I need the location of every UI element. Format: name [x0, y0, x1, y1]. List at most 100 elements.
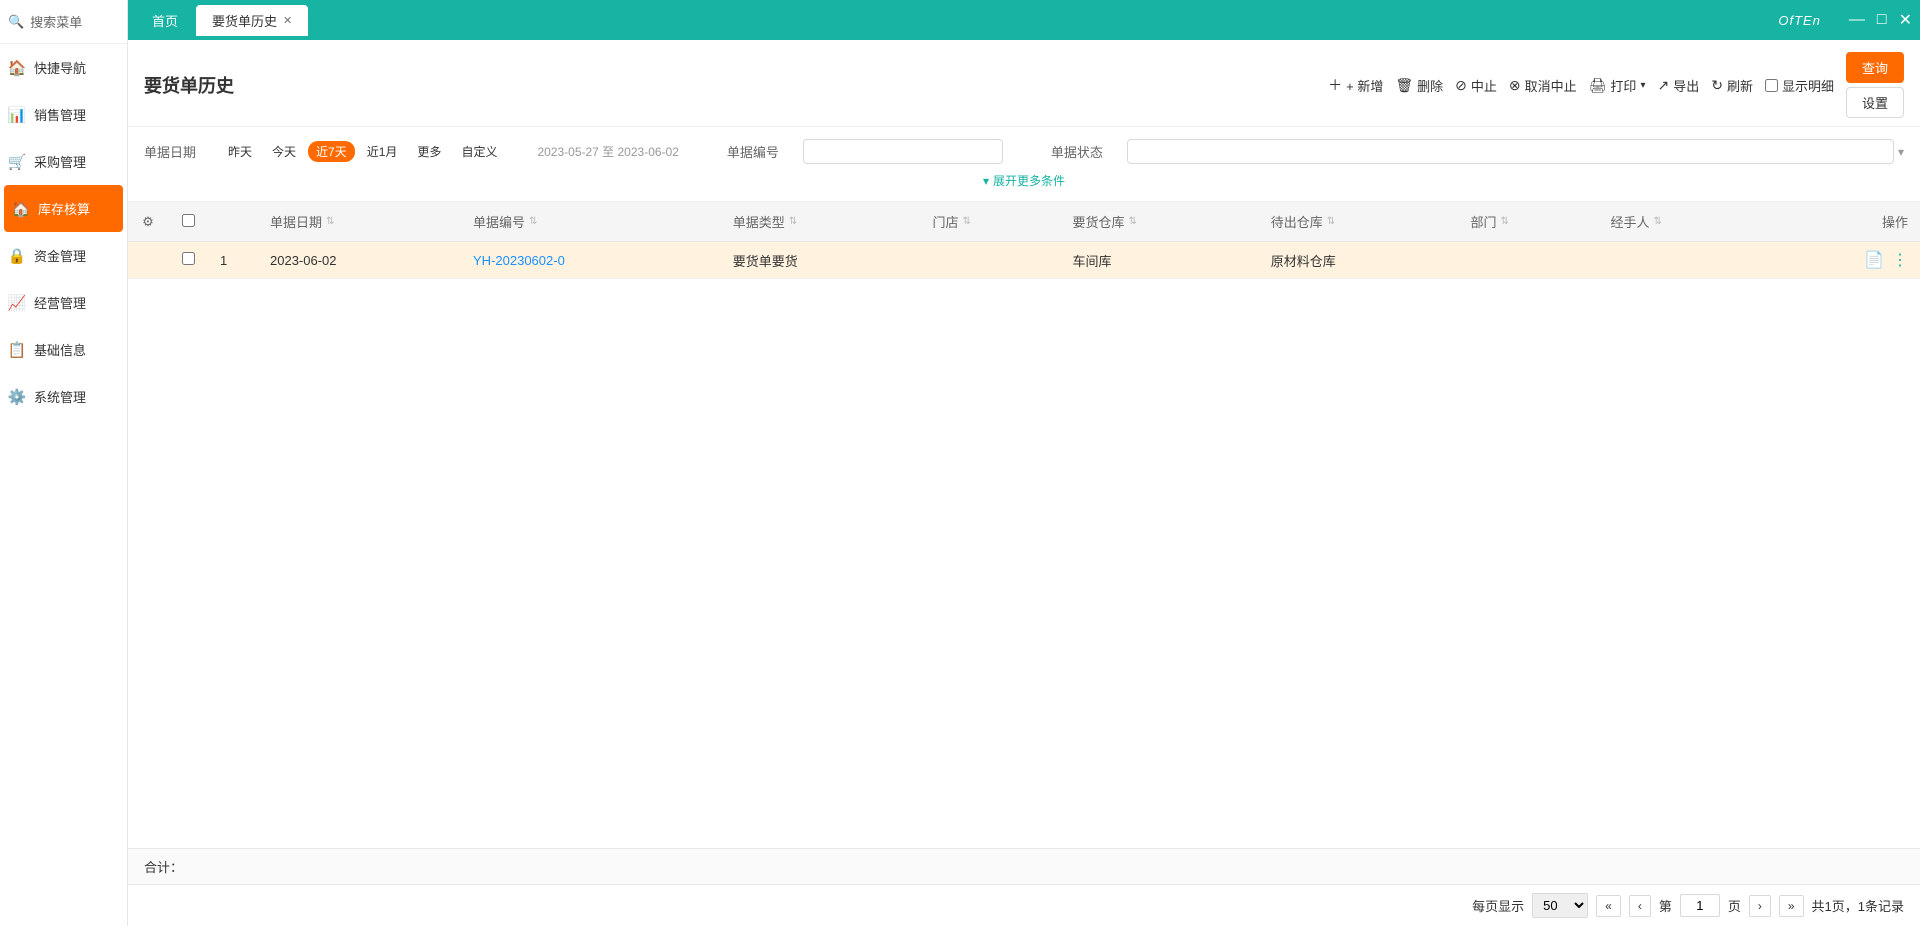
- sort-handler-icon[interactable]: ⇅: [1653, 216, 1661, 227]
- print-button[interactable]: 🖨 打印 ▾: [1589, 76, 1646, 95]
- delete-button[interactable]: 🗑 删除: [1395, 76, 1443, 95]
- date-btn-今天[interactable]: 今天: [264, 141, 304, 162]
- row-pending-warehouse-0: 原材料仓库: [1259, 242, 1459, 279]
- th-doc-date: 单据日期⇅: [258, 202, 461, 242]
- export-button[interactable]: ↗ 导出: [1657, 76, 1699, 95]
- doc-no-link-0[interactable]: YH-20230602-0: [473, 253, 565, 268]
- sidebar-item-sales[interactable]: 📊销售管理: [0, 91, 127, 138]
- tab-label-0: 首页: [152, 11, 178, 30]
- display-detail-checkbox[interactable]: [1765, 79, 1778, 92]
- query-settings-group: 查询 设置: [1846, 52, 1904, 118]
- sidebar-label-inventory: 库存核算: [38, 199, 90, 218]
- print-icon: 🖨: [1589, 77, 1607, 94]
- page-suffix: 页: [1728, 896, 1741, 915]
- sort-req-warehouse-icon[interactable]: ⇅: [1128, 216, 1136, 227]
- date-btn-更多[interactable]: 更多: [409, 141, 449, 162]
- tab-0[interactable]: 首页: [136, 5, 194, 36]
- sidebar-item-basic[interactable]: 📋 基础信息: [0, 326, 127, 373]
- sidebar-label-basic: 基础信息: [34, 340, 86, 359]
- sidebar-label-purchase: 采购管理: [34, 152, 86, 171]
- sort-pending-warehouse-icon[interactable]: ⇅: [1327, 216, 1335, 227]
- sidebar-label-sales: 销售管理: [34, 105, 86, 124]
- total-info: 共1页，1条记录: [1812, 896, 1904, 915]
- sidebar-item-quick-nav[interactable]: 🏠快捷导航: [0, 44, 127, 91]
- date-range-display: 2023-05-27 至 2023-06-02: [537, 143, 678, 160]
- tab-label-1: 要货单历史: [212, 11, 277, 30]
- window-maximize-icon[interactable]: □: [1877, 11, 1887, 29]
- stop-button[interactable]: ⊘ 中止: [1455, 76, 1497, 95]
- sidebar-item-inventory[interactable]: 🏠 库存核算: [4, 185, 123, 232]
- th-handler: 经手人⇅: [1598, 202, 1767, 242]
- row-req-warehouse-0: 车间库: [1060, 242, 1258, 279]
- current-page-input[interactable]: [1680, 894, 1720, 917]
- row-settings-0: [128, 242, 168, 279]
- sort-doc-no-icon[interactable]: ⇅: [529, 216, 537, 227]
- th-doc-type: 单据类型⇅: [721, 202, 921, 242]
- tab-bar: 首页要货单历史✕ OfTEn — □ ✕: [128, 0, 1920, 40]
- doc-no-label: 单据编号: [727, 142, 779, 161]
- window-minimize-icon[interactable]: —: [1849, 11, 1865, 29]
- sort-department-icon[interactable]: ⇅: [1500, 216, 1508, 227]
- row-more-icon-0[interactable]: ⋮: [1892, 250, 1908, 270]
- status-dropdown-icon[interactable]: ▾: [1898, 145, 1904, 159]
- date-filter-label: 单据日期: [144, 142, 196, 161]
- prev-page-button[interactable]: ‹: [1629, 895, 1651, 917]
- sort-store-icon[interactable]: ⇅: [962, 216, 970, 227]
- refresh-icon: ↻: [1711, 77, 1723, 94]
- status-input[interactable]: [1127, 139, 1894, 164]
- date-btn-近7天[interactable]: 近7天: [308, 141, 355, 162]
- date-btn-近1月[interactable]: 近1月: [359, 141, 406, 162]
- doc-no-input[interactable]: [803, 139, 1003, 164]
- row-edit-icon-0[interactable]: 📄: [1864, 250, 1884, 270]
- sidebar: 🔍 搜索菜单 🏠快捷导航📊销售管理🛒采购管理 🏠 库存核算 🔒资金管理📈经营管理 📋 基础…: [0, 0, 128, 926]
- first-page-button[interactable]: «: [1596, 895, 1621, 917]
- cancel-stop-button[interactable]: ⊗ 取消中止: [1509, 76, 1577, 95]
- last-page-button[interactable]: »: [1779, 895, 1804, 917]
- pagination-bar: 每页显示 102050100 « ‹ 第 页 › » 共1页，1条记录: [128, 884, 1920, 926]
- toolbar: ＋ + 新增 🗑 删除 ⊘ 中止 ⊗ 取消中止 🖨 打印: [1328, 52, 1904, 118]
- date-btn-自定义[interactable]: 自定义: [453, 141, 505, 162]
- row-doc-no-0[interactable]: YH-20230602-0: [461, 242, 721, 279]
- th-pending-warehouse: 待出仓库⇅: [1259, 202, 1459, 242]
- refresh-button[interactable]: ↻ 刷新: [1711, 76, 1753, 95]
- display-detail-toggle[interactable]: 显示明细: [1765, 76, 1834, 95]
- th-settings[interactable]: ⚙: [128, 202, 168, 242]
- expand-icon: ▾: [983, 174, 989, 188]
- row-check-0[interactable]: [168, 242, 208, 279]
- settings-button[interactable]: 设置: [1846, 87, 1904, 118]
- plus-icon: ＋: [1328, 75, 1342, 95]
- query-button[interactable]: 查询: [1846, 52, 1904, 83]
- delete-icon: 🗑: [1395, 77, 1413, 94]
- tab-1[interactable]: 要货单历史 ✕: [196, 5, 308, 36]
- row-checkbox-0[interactable]: [182, 252, 195, 265]
- select-all-checkbox[interactable]: [182, 214, 195, 227]
- row-store-0: [920, 242, 1060, 279]
- sidebar-label-finance: 资金管理: [34, 246, 86, 265]
- total-label: 合计：: [144, 860, 183, 875]
- content-area: 要货单历史 ＋ + 新增 🗑 删除 ⊘ 中止 ⊗ 取消中止: [128, 40, 1920, 926]
- sidebar-search[interactable]: 🔍 搜索菜单: [0, 0, 127, 44]
- inventory-icon: 🏠: [12, 200, 30, 218]
- window-close-icon[interactable]: ✕: [1899, 10, 1912, 30]
- th-check[interactable]: [168, 202, 208, 242]
- th-no: [208, 202, 258, 242]
- table-header-row: ⚙ 单据日期⇅ 单据编号⇅ 单据类型⇅ 门店⇅: [128, 202, 1920, 242]
- next-page-button[interactable]: ›: [1749, 895, 1771, 917]
- tab-close-1[interactable]: ✕: [283, 14, 292, 27]
- sidebar-item-finance[interactable]: 🔒资金管理: [0, 232, 127, 279]
- sidebar-item-operations[interactable]: 📈经营管理: [0, 279, 127, 326]
- row-handler-0: [1598, 242, 1767, 279]
- sort-doc-type-icon[interactable]: ⇅: [789, 216, 797, 227]
- sidebar-item-purchase[interactable]: 🛒采购管理: [0, 138, 127, 185]
- date-btn-昨天[interactable]: 昨天: [220, 141, 260, 162]
- new-button[interactable]: ＋ + 新增: [1328, 75, 1383, 95]
- per-page-select[interactable]: 102050100: [1532, 893, 1588, 918]
- sidebar-search-label: 搜索菜单: [30, 12, 82, 31]
- sidebar-item-system[interactable]: ⚙️系统管理: [0, 373, 127, 420]
- basic-icon: 📋: [8, 341, 26, 359]
- expand-button[interactable]: ▾ 展开更多条件: [983, 172, 1065, 189]
- sort-doc-date-icon[interactable]: ⇅: [326, 216, 334, 227]
- page-header: 要货单历史 ＋ + 新增 🗑 删除 ⊘ 中止 ⊗ 取消中止: [128, 40, 1920, 127]
- quick-nav-icon: 🏠: [8, 59, 26, 77]
- th-action: 操作: [1768, 202, 1920, 242]
